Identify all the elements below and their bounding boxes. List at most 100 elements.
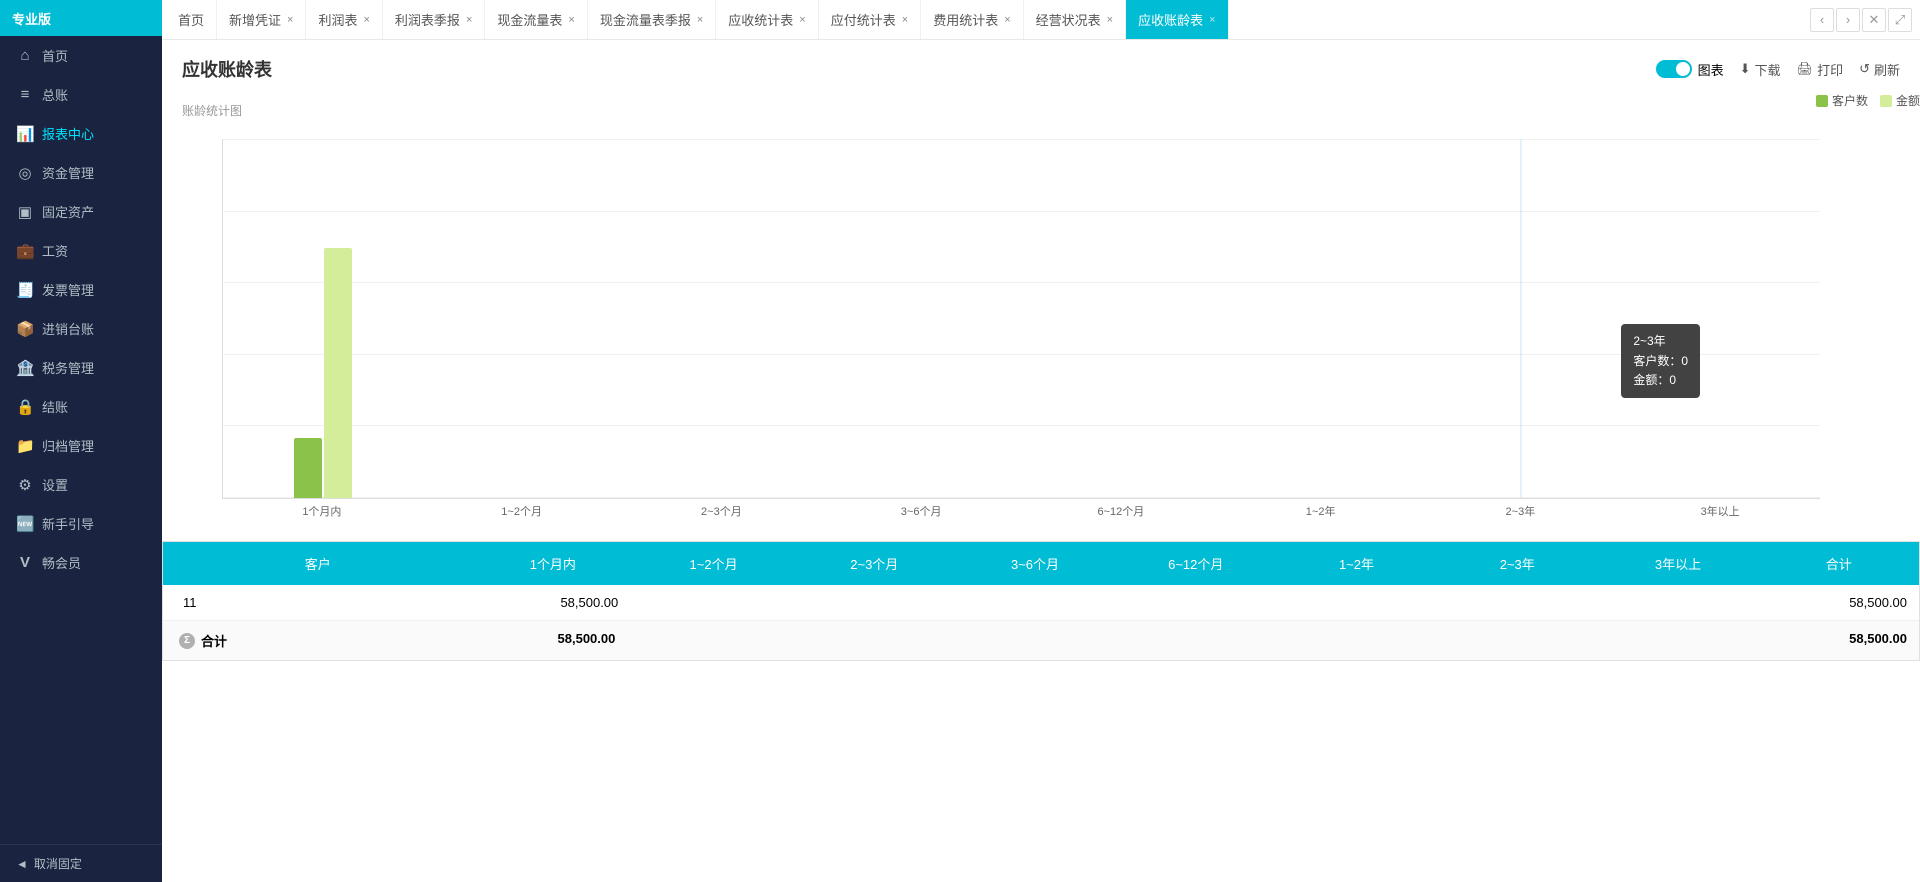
- tab-cashflow-close[interactable]: ×: [568, 14, 574, 26]
- print-label: 打印: [1817, 60, 1843, 79]
- chart-toggle[interactable]: 图表: [1656, 60, 1724, 79]
- legend-customers-dot: [1816, 95, 1828, 107]
- legend-amount-dot: [1880, 95, 1892, 107]
- tab-ar-aging[interactable]: 应收账龄表 ×: [1126, 0, 1228, 40]
- sidebar-item-asset[interactable]: ▣ 固定资产: [0, 192, 162, 231]
- asset-icon: ▣: [16, 203, 34, 221]
- td-total: 58,500.00: [1758, 585, 1919, 620]
- sidebar-item-label: 发票管理: [42, 280, 94, 299]
- sidebar-item-label: 首页: [42, 46, 68, 65]
- tab-ap-stats-close[interactable]: ×: [902, 14, 908, 26]
- tab-voucher-close[interactable]: ×: [287, 14, 293, 26]
- tab-close-all-btn[interactable]: ✕: [1862, 8, 1886, 32]
- download-icon: ⬇: [1740, 61, 1751, 77]
- tab-home-label: 首页: [178, 10, 204, 29]
- print-icon: 🖨: [1797, 61, 1814, 77]
- th-year3plus: 3年以上: [1598, 542, 1759, 585]
- sidebar-item-label: 固定资产: [42, 202, 94, 221]
- bar-group-4: [822, 139, 1022, 498]
- guide-icon: 🆕: [16, 515, 34, 533]
- tab-profit-q[interactable]: 利润表季报 ×: [383, 0, 485, 40]
- tab-cashflow[interactable]: 现金流量表 ×: [485, 0, 587, 40]
- tab-expense-close[interactable]: ×: [1004, 14, 1010, 26]
- chart-legend: 客户数 金额: [1816, 92, 1920, 109]
- th-month612: 6~12个月: [1115, 542, 1276, 585]
- tab-voucher[interactable]: 新增凭证 ×: [217, 0, 306, 40]
- tab-business[interactable]: 经营状况表 ×: [1024, 0, 1126, 40]
- chart-area: 账龄统计图 客户数 金额 5个 4个 3个 2个: [162, 92, 1920, 529]
- tab-profit-close[interactable]: ×: [363, 14, 369, 26]
- tab-business-close[interactable]: ×: [1107, 14, 1113, 26]
- th-month1: 1个月内: [472, 542, 633, 585]
- toggle-thumb: [1676, 62, 1690, 76]
- tab-ar-aging-close[interactable]: ×: [1209, 14, 1215, 26]
- tab-profit-label: 利润表: [318, 10, 357, 29]
- vertical-line: [1520, 139, 1521, 498]
- report-icon: 📊: [16, 125, 34, 143]
- sidebar-item-invoice[interactable]: 🧾 发票管理: [0, 270, 162, 309]
- tab-profit-q-close[interactable]: ×: [466, 14, 472, 26]
- sidebar-item-finance[interactable]: ◎ 资金管理: [0, 153, 162, 192]
- sidebar-item-guide[interactable]: 🆕 新手引导: [0, 504, 162, 543]
- sidebar-item-ledger[interactable]: ≡ 总账: [0, 75, 162, 114]
- main-content: 首页 新增凭证 × 利润表 × 利润表季报 × 现金流量表 × 现金流量表季报 …: [162, 0, 1920, 882]
- toggle-track[interactable]: [1656, 60, 1692, 78]
- tab-ar-stats[interactable]: 应收统计表 ×: [716, 0, 818, 40]
- tab-ap-stats[interactable]: 应付统计表 ×: [819, 0, 921, 40]
- tab-cashflow-q[interactable]: 现金流量表季报 ×: [588, 0, 716, 40]
- sum-label-text: 合计: [201, 631, 227, 650]
- refresh-btn[interactable]: ↺ 刷新: [1859, 60, 1900, 79]
- table-header: 客户 1个月内 1~2个月 2~3个月 3~6个月 6~12个月 1~2年 2~…: [163, 542, 1919, 585]
- x-label-2: 1~2个月: [422, 499, 622, 519]
- td-month612: [1114, 585, 1275, 620]
- refresh-icon: ↺: [1859, 61, 1870, 77]
- salary-icon: 💼: [16, 242, 34, 260]
- bars-container: [223, 139, 1820, 498]
- th-month23: 2~3个月: [794, 542, 955, 585]
- download-label: 下载: [1755, 60, 1781, 79]
- sidebar-logo: 专业版: [0, 0, 162, 36]
- x-label-7: 2~3年: [1421, 499, 1621, 519]
- sidebar-item-label: 资金管理: [42, 163, 94, 182]
- th-total: 合计: [1758, 542, 1919, 585]
- sidebar-item-report[interactable]: 📊 报表中心: [0, 114, 162, 153]
- tab-next-btn[interactable]: ›: [1836, 8, 1860, 32]
- sidebar-item-settings[interactable]: ⚙ 设置: [0, 465, 162, 504]
- td-month36: [952, 585, 1113, 620]
- page-header: 应收账龄表 图表 ⬇ 下载 🖨 打印 ↺ 刷新: [162, 40, 1920, 92]
- invoice-icon: 🧾: [16, 281, 34, 299]
- tab-profit[interactable]: 利润表 ×: [306, 0, 382, 40]
- td-month1: 58,500.00: [469, 585, 630, 620]
- sidebar-item-label: 归档管理: [42, 436, 94, 455]
- sidebar-item-home[interactable]: ⌂ 首页: [0, 36, 162, 75]
- sidebar-item-closing[interactable]: 🔒 结账: [0, 387, 162, 426]
- print-btn[interactable]: 🖨 打印: [1797, 60, 1844, 79]
- home-icon: ⌂: [16, 47, 34, 64]
- tab-cashflow-q-close[interactable]: ×: [697, 14, 703, 26]
- sidebar-item-salary[interactable]: 💼 工资: [0, 231, 162, 270]
- sidebar-collapse-btn[interactable]: ◄ 取消固定: [0, 844, 162, 882]
- td-year3plus: [1597, 585, 1758, 620]
- sidebar-item-sales[interactable]: 📦 进销台账: [0, 309, 162, 348]
- tab-ar-stats-close[interactable]: ×: [799, 14, 805, 26]
- bar-group-1: [223, 139, 423, 498]
- sidebar-item-label: 结账: [42, 397, 68, 416]
- sidebar-item-tax[interactable]: 🏦 税务管理: [0, 348, 162, 387]
- tab-prev-btn[interactable]: ‹: [1810, 8, 1834, 32]
- bar-group-2: [423, 139, 623, 498]
- legend-amount: 金额: [1880, 92, 1920, 109]
- td-sum-month1: 58,500.00: [466, 621, 627, 660]
- sidebar-item-label: 总账: [42, 85, 68, 104]
- sidebar-item-archive[interactable]: 📁 归档管理: [0, 426, 162, 465]
- tab-home[interactable]: 首页: [166, 0, 217, 40]
- td-sum-year23: [1435, 621, 1596, 660]
- tab-expense[interactable]: 费用统计表 ×: [921, 0, 1023, 40]
- tab-ar-aging-label: 应收账龄表: [1138, 10, 1203, 29]
- tab-maximize-btn[interactable]: ⤢: [1888, 8, 1912, 32]
- sidebar-item-vip[interactable]: V 畅会员: [0, 543, 162, 582]
- page-title: 应收账龄表: [182, 56, 272, 82]
- tab-ar-stats-label: 应收统计表: [728, 10, 793, 29]
- table-row: 11 58,500.00 58,500.00: [163, 585, 1919, 621]
- download-btn[interactable]: ⬇ 下载: [1740, 60, 1781, 79]
- toggle-label: 图表: [1698, 60, 1724, 79]
